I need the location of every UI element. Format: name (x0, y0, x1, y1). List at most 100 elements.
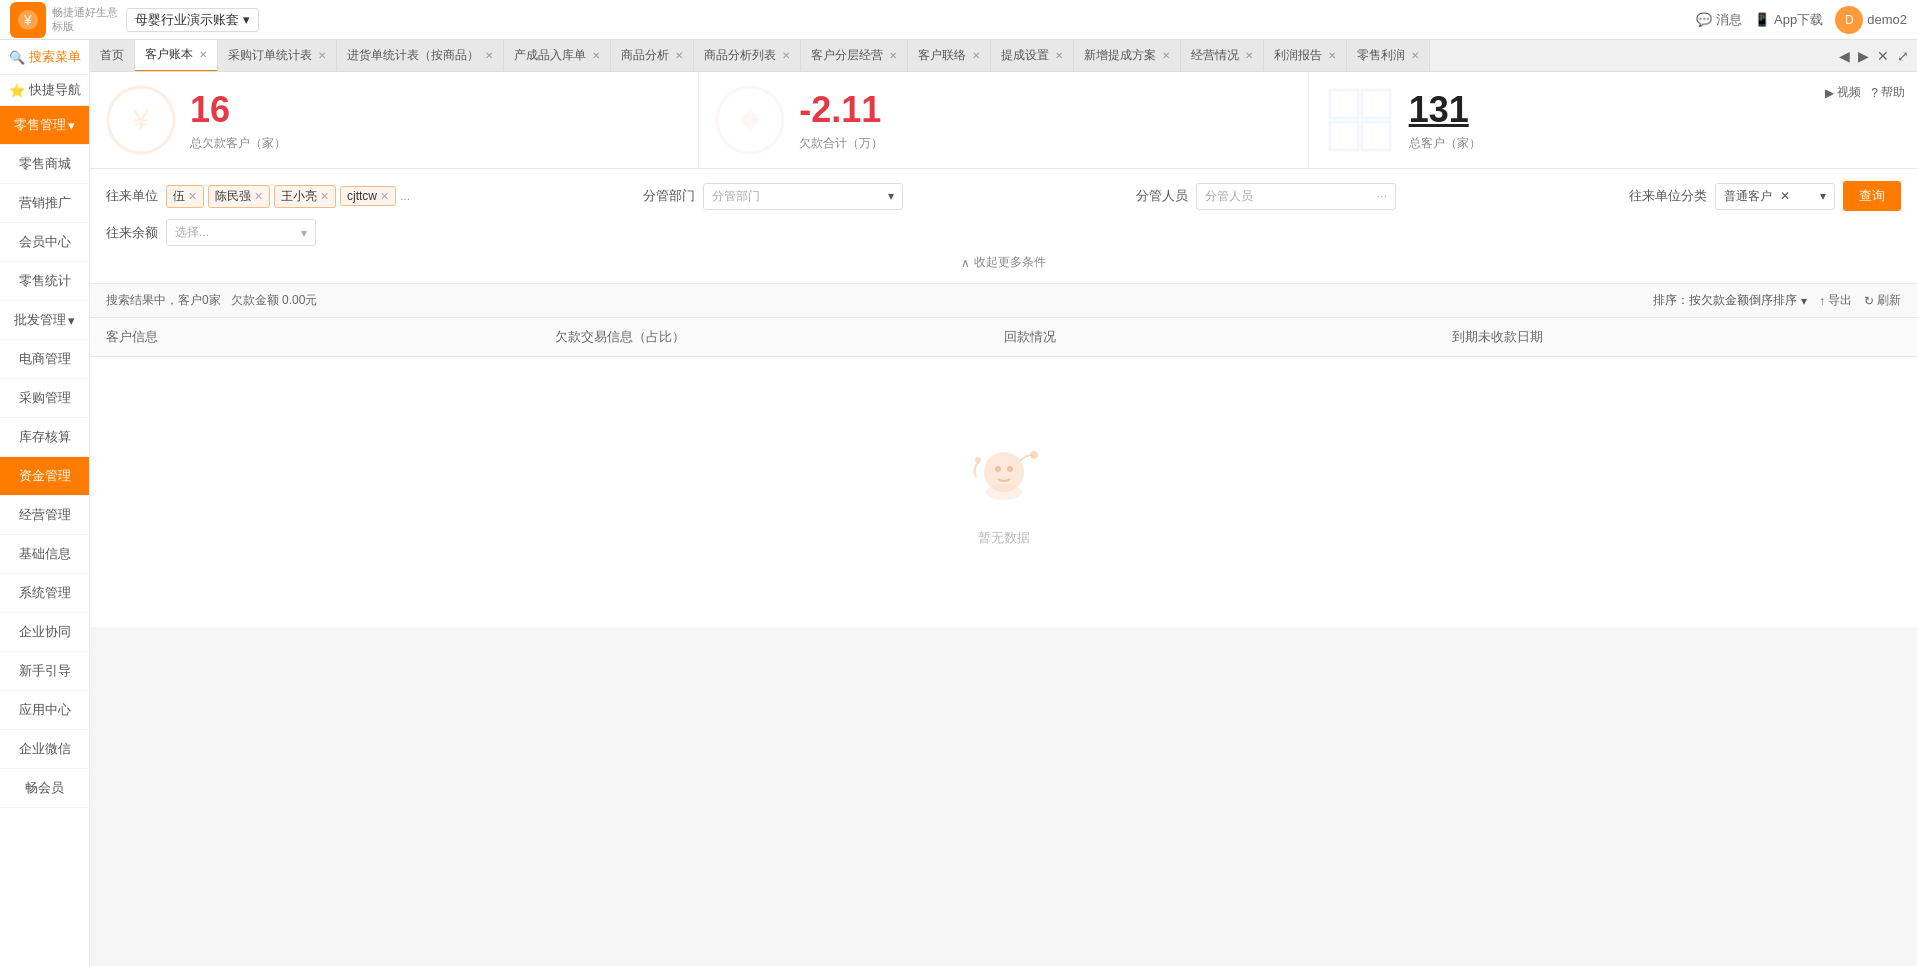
sidebar-item-new-guide[interactable]: 新手引导 (0, 652, 89, 691)
tab-next-button[interactable]: ▶ (1856, 46, 1871, 66)
filter-unit-class-select[interactable]: 普通客户 ✕ ▾ (1715, 183, 1835, 210)
sidebar-item-inventory[interactable]: 库存核算 (0, 418, 89, 457)
sidebar-item-marketing[interactable]: 营销推广 (0, 184, 89, 223)
tab-close-icon[interactable]: ✕ (199, 49, 207, 60)
tab-close-icon[interactable]: ✕ (889, 50, 897, 61)
sidebar-item-ecommerce[interactable]: 电商管理 (0, 340, 89, 379)
help-link[interactable]: ? 帮助 (1871, 84, 1905, 101)
video-link[interactable]: ▶ 视频 (1825, 84, 1861, 101)
stat-debt-value: -2.11 (799, 88, 1287, 131)
sidebar-item-purchase[interactable]: 采购管理 (0, 379, 89, 418)
export-button[interactable]: ↑ 导出 (1819, 292, 1852, 309)
chevron-down-icon: ▾ (888, 189, 894, 203)
account-selector[interactable]: 母婴行业演示账套 ▾ (126, 8, 259, 32)
filter-dept-select[interactable]: 分管部门 ▾ (703, 183, 903, 210)
tab-new-promote-plan[interactable]: 新增提成方案 ✕ (1074, 40, 1181, 72)
sidebar-item-system[interactable]: 系统管理 (0, 574, 89, 613)
tab-prev-button[interactable]: ◀ (1837, 46, 1852, 66)
col-customer-info: 客户信息 (106, 328, 555, 346)
stat-customers-label: 总欠款客户（家） (190, 135, 286, 152)
sidebar-quick-nav[interactable]: ⭐ 快捷导航 (0, 75, 89, 106)
top-bar: ¥ 畅捷通好生意 标版 母婴行业演示账套 ▾ 💬 消息 📱 App下载 D de… (0, 0, 1917, 40)
tab-close-icon[interactable]: ✕ (1055, 50, 1063, 61)
content-area: 首页 客户账本 ✕ 采购订单统计表 ✕ 进货单统计表（按商品） ✕ 产成品入库单… (90, 40, 1917, 966)
tab-product-analysis-list[interactable]: 商品分析列表 ✕ (694, 40, 801, 72)
star-icon: ⭐ (9, 83, 25, 98)
download-icon: 📱 (1754, 12, 1770, 27)
tag-close-icon[interactable]: ✕ (254, 190, 263, 203)
tab-close-icon[interactable]: ✕ (972, 50, 980, 61)
search-icon: 🔍 (9, 50, 25, 65)
collapse-filters-button[interactable]: ∧ 收起更多条件 (106, 254, 1901, 271)
sidebar-search[interactable]: 🔍 搜索菜单 (0, 40, 89, 75)
sidebar-item-basic-info[interactable]: 基础信息 (0, 535, 89, 574)
tab-promote-settings[interactable]: 提成设置 ✕ (991, 40, 1074, 72)
filter-unit-label: 往来单位 (106, 187, 158, 205)
sidebar-item-wholesale[interactable]: 批发管理 ▾ (0, 301, 89, 340)
tab-close-icon[interactable]: ✕ (782, 50, 790, 61)
sort-select[interactable]: 排序：按欠款金额倒序排序 ▾ (1653, 292, 1807, 309)
sidebar-item-capital[interactable]: 资金管理 (0, 457, 89, 496)
filter-tag-4[interactable]: cjttcw ✕ (340, 186, 396, 206)
sidebar-item-retail-stats[interactable]: 零售统计 (0, 262, 89, 301)
filter-more-tags[interactable]: ... (400, 189, 410, 203)
tab-close-icon[interactable]: ✕ (1411, 50, 1419, 61)
filter-tag-2[interactable]: 陈民强 ✕ (208, 185, 270, 208)
tag-close-icon[interactable]: ✕ (1780, 189, 1790, 203)
svg-point-14 (1030, 451, 1038, 459)
chevron-down-icon: ▾ (1820, 189, 1826, 203)
tab-customer-contact[interactable]: 客户联络 ✕ (908, 40, 991, 72)
filter-tag-3[interactable]: 王小亮 ✕ (274, 185, 336, 208)
stat-debt-label: 欠款合计（万） (799, 135, 1287, 152)
tab-operation-status[interactable]: 经营情况 ✕ (1181, 40, 1264, 72)
tab-bar: 首页 客户账本 ✕ 采购订单统计表 ✕ 进货单统计表（按商品） ✕ 产成品入库单… (90, 40, 1917, 72)
data-table: 客户信息 欠款交易信息（占比） 回款情况 到期未收款日期 (90, 318, 1917, 627)
message-icon: 💬 (1696, 12, 1712, 27)
tab-product-analysis[interactable]: 商品分析 ✕ (611, 40, 694, 72)
refresh-button[interactable]: ↻ 刷新 (1864, 292, 1901, 309)
tab-close-icon[interactable]: ✕ (592, 50, 600, 61)
filter-tag-1[interactable]: 伍 ✕ (166, 185, 204, 208)
tab-customer-capital[interactable]: 客户账本 ✕ (135, 40, 218, 72)
sidebar-item-retail[interactable]: 零售管理 ▾ (0, 106, 89, 145)
tab-close-icon[interactable]: ✕ (318, 50, 326, 61)
filter-person-input[interactable]: 分管人员 ··· (1196, 183, 1396, 210)
sidebar-item-member[interactable]: 会员中心 (0, 223, 89, 262)
video-icon: ▶ (1825, 86, 1834, 100)
tab-close-all-button[interactable]: ✕ (1875, 46, 1891, 66)
empty-state: 暂无数据 (90, 357, 1917, 627)
query-button[interactable]: 查询 (1843, 181, 1901, 211)
tab-purchase-order[interactable]: 采购订单统计表 ✕ (218, 40, 337, 72)
tab-close-icon[interactable]: ✕ (485, 50, 493, 61)
tag-close-icon[interactable]: ✕ (380, 190, 389, 203)
export-icon: ↑ (1819, 294, 1825, 308)
sidebar-item-enterprise-wechat[interactable]: 企业微信 (0, 730, 89, 769)
tab-close-icon[interactable]: ✕ (1245, 50, 1253, 61)
sidebar-item-vip[interactable]: 畅会员 (0, 769, 89, 808)
messages-button[interactable]: 💬 消息 (1696, 11, 1742, 29)
tab-close-icon[interactable]: ✕ (1328, 50, 1336, 61)
sidebar-item-app-center[interactable]: 应用中心 (0, 691, 89, 730)
chevron-down-icon: ▾ (1801, 294, 1807, 308)
tab-maximize-button[interactable]: ⤢ (1895, 46, 1911, 66)
tab-profit-report[interactable]: 利润报告 ✕ (1264, 40, 1347, 72)
sidebar-item-enterprise[interactable]: 企业协同 (0, 613, 89, 652)
svg-rect-8 (1330, 122, 1358, 150)
tab-home[interactable]: 首页 (90, 40, 135, 72)
results-bar: 搜索结果中，客户0家 欠款金额 0.00元 排序：按欠款金额倒序排序 ▾ ↑ 导… (90, 284, 1917, 318)
stat-total-debt: -2.11 欠款合计（万） (699, 72, 1308, 168)
tab-close-icon[interactable]: ✕ (675, 50, 683, 61)
tab-product-inbound[interactable]: 产成品入库单 ✕ (504, 40, 611, 72)
tab-retail-profit[interactable]: 零售利润 ✕ (1347, 40, 1430, 72)
tab-close-icon[interactable]: ✕ (1162, 50, 1170, 61)
filter-balance-select[interactable]: 选择... ▾ (166, 219, 316, 246)
tab-purchase-stats[interactable]: 进货单统计表（按商品） ✕ (337, 40, 504, 72)
filter-row-1: 往来单位 伍 ✕ 陈民强 ✕ 王小亮 ✕ (106, 181, 1901, 211)
tab-customer-tier[interactable]: 客户分层经营 ✕ (801, 40, 908, 72)
sidebar-item-retail-shop[interactable]: 零售商城 (0, 145, 89, 184)
user-avatar[interactable]: D demo2 (1835, 6, 1907, 34)
tag-close-icon[interactable]: ✕ (320, 190, 329, 203)
sidebar-item-operation[interactable]: 经营管理 (0, 496, 89, 535)
app-download-button[interactable]: 📱 App下载 (1754, 11, 1823, 29)
tag-close-icon[interactable]: ✕ (188, 190, 197, 203)
